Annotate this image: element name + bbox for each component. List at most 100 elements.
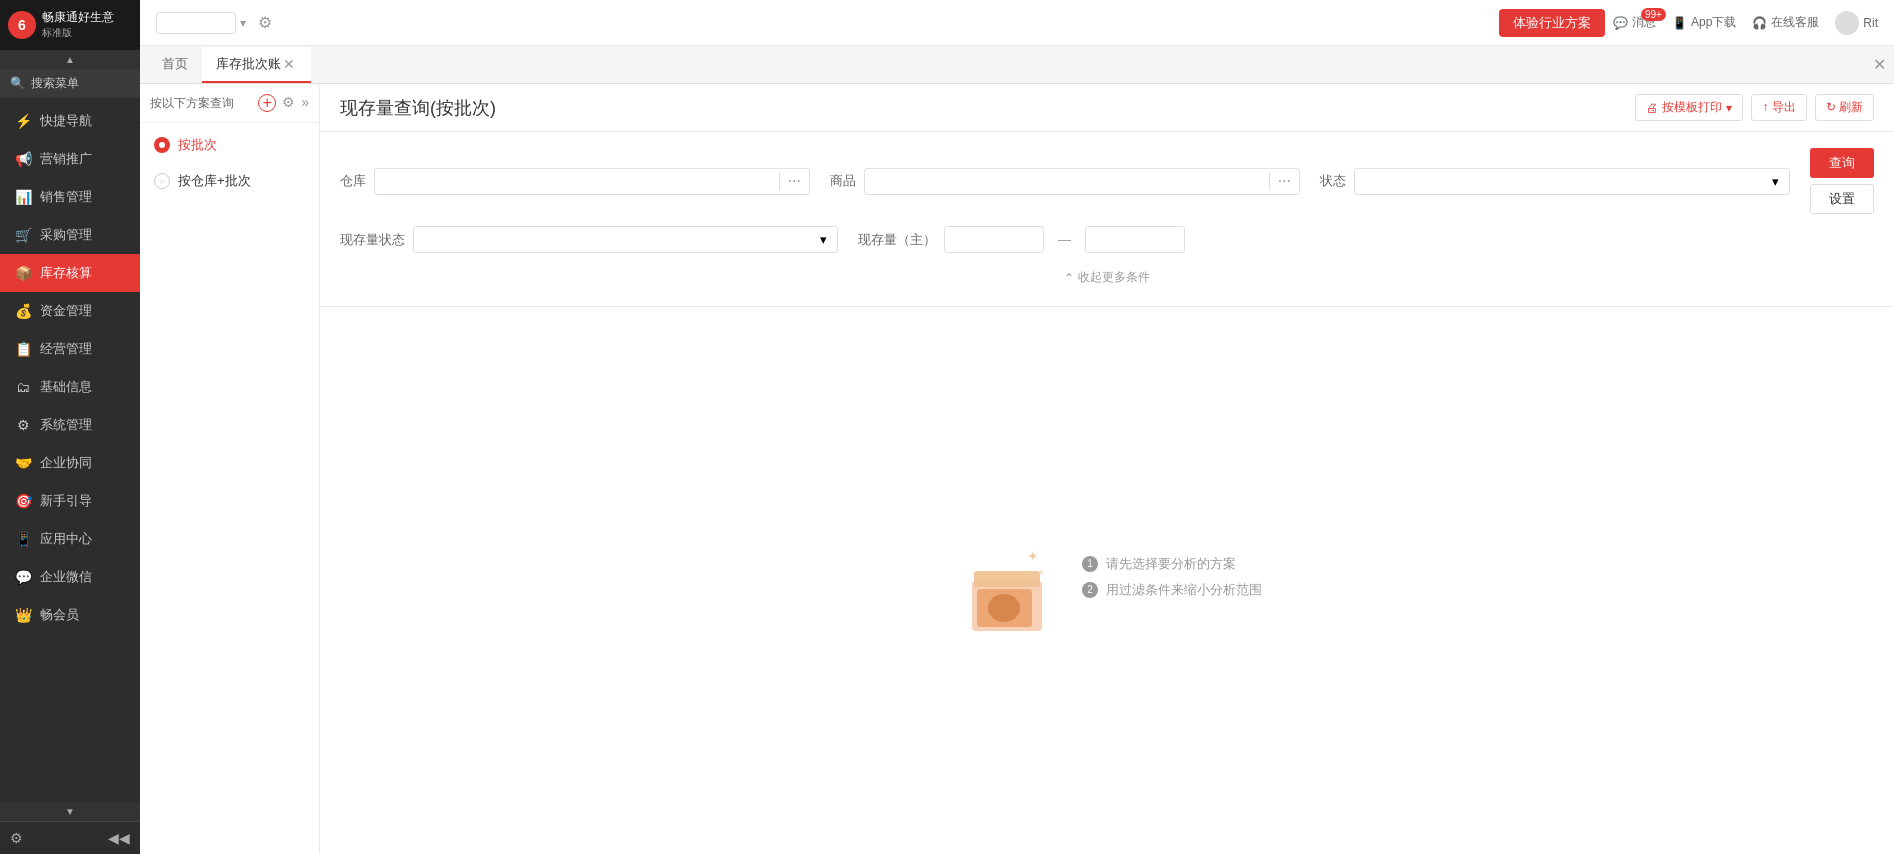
wechat-icon: 💬 [14,568,32,586]
inventory-icon: 📦 [14,264,32,282]
svg-point-3 [988,594,1020,622]
collapse-panel-icon[interactable]: » [301,94,309,112]
warehouse-input[interactable] [375,169,779,194]
operation-icon: 📋 [14,340,32,358]
tab-close-btn[interactable]: ✕ [281,56,297,72]
empty-illustration: ✦ ✦ [952,531,1052,631]
newbie-icon: 🎯 [14,492,32,510]
scheme-settings-icon[interactable]: ⚙ [282,94,295,112]
scheme-inactive-icon: ○ [154,173,170,189]
collapse-label: 收起更多条件 [1078,269,1150,286]
online-service-action[interactable]: 🎧 在线客服 [1752,14,1819,31]
empty-state: ✦ ✦ 1 请先选择要分析的方案 2 用过滤条件来缩小分析范围 [320,307,1894,854]
inventory-status-dropdown-icon: ▾ [820,232,827,247]
template-print-btn[interactable]: 🖨 按模板打印 ▾ [1635,94,1743,121]
message-icon: 💬 [1613,16,1628,30]
system-icon: ⚙ [14,416,32,434]
empty-tips: 1 请先选择要分析的方案 2 用过滤条件来缩小分析范围 [1082,555,1262,607]
sidebar-footer: ⚙ ◀◀ [0,821,140,854]
tab-home[interactable]: 首页 [148,47,202,83]
empty-tip-2: 2 用过滤条件来缩小分析范围 [1082,581,1262,599]
sidebar-scroll-up[interactable]: ▲ [0,50,140,69]
scheme-batch-label: 按批次 [178,136,217,154]
sidebar-item-label: 销售管理 [40,188,92,206]
scheme-item-warehouse-batch[interactable]: ○ 按仓库+批次 [140,163,319,199]
refresh-btn[interactable]: ↻ 刷新 [1815,94,1874,121]
sidebar-item-marketing[interactable]: 📢 营销推广 [0,140,140,178]
print-dropdown-icon[interactable]: ▾ [1726,101,1732,115]
trial-btn[interactable]: 体验行业方案 [1499,9,1605,37]
app-download-action[interactable]: 📱 App下载 [1672,14,1736,31]
breadcrumb-input[interactable] [156,12,236,34]
sidebar-item-label: 畅会员 [40,606,79,624]
enterprise-icon: 🤝 [14,454,32,472]
inventory-status-label: 现存量状态 [340,231,405,249]
warehouse-more-btn[interactable]: ··· [779,172,809,190]
product-input[interactable] [865,169,1269,194]
sidebar-item-wechat[interactable]: 💬 企业微信 [0,558,140,596]
sidebar-item-label: 系统管理 [40,416,92,434]
empty-svg: ✦ ✦ [952,531,1062,641]
user-menu[interactable]: Rit [1835,11,1878,35]
settings-footer-icon[interactable]: ⚙ [10,830,23,846]
warehouse-input-group: ··· [374,168,810,195]
sidebar-item-apps[interactable]: 📱 应用中心 [0,520,140,558]
export-icon: ↑ [1762,100,1768,114]
tip1-text: 请先选择要分析的方案 [1106,555,1236,573]
messages-action[interactable]: 💬 消息 99+ [1613,14,1656,31]
sidebar-item-operation[interactable]: 📋 经营管理 [0,330,140,368]
tab-batch-account[interactable]: 库存批次账 ✕ [202,47,311,83]
topbar-settings-icon[interactable]: ⚙ [258,13,272,32]
finance-icon: 💰 [14,302,32,320]
sidebar-search-label: 搜索菜单 [31,75,79,92]
sidebar-item-member[interactable]: 👑 畅会员 [0,596,140,634]
empty-tip-1: 1 请先选择要分析的方案 [1082,555,1262,573]
filter-product: 商品 ··· [830,168,1300,195]
sidebar-item-newbie[interactable]: 🎯 新手引导 [0,482,140,520]
export-btn[interactable]: ↑ 导出 [1751,94,1806,121]
messages-badge: 99+ [1641,8,1666,21]
sidebar-item-finance[interactable]: 💰 资金管理 [0,292,140,330]
product-more-btn[interactable]: ··· [1269,172,1299,190]
svg-text:✦: ✦ [1027,548,1039,564]
filter-actions: 查询 设置 [1810,148,1874,214]
inventory-qty-min[interactable] [944,226,1044,253]
sidebar-item-label: 应用中心 [40,530,92,548]
shortcut-icon: ⚡ [14,112,32,130]
filter-warehouse: 仓库 ··· [340,168,810,195]
basic-icon: 🗂 [14,378,32,396]
settings-btn[interactable]: 设置 [1810,184,1874,214]
sidebar-item-inventory[interactable]: 📦 库存核算 [0,254,140,292]
collapse-more-btn[interactable]: ⌃ 收起更多条件 [340,265,1874,290]
sidebar-scroll-down[interactable]: ▼ [0,802,140,821]
filter-row-1: 仓库 ··· 商品 ··· 状态 [340,148,1874,214]
product-input-group: ··· [864,168,1300,195]
sidebar-item-purchase[interactable]: 🛒 采购管理 [0,216,140,254]
breadcrumb-dropdown-icon[interactable]: ▾ [240,16,246,30]
topbar: ▾ ⚙ 体验行业方案 💬 消息 99+ 📱 App下载 🎧 在线客服 Rit [140,0,1894,46]
marketing-icon: 📢 [14,150,32,168]
product-label: 商品 [830,172,856,190]
search-icon: 🔍 [10,76,25,90]
refresh-icon: ↻ [1826,100,1836,114]
breadcrumb: ▾ [156,12,246,34]
inventory-qty-max[interactable] [1085,226,1185,253]
inventory-status-select[interactable]: ▾ [413,226,838,253]
scheme-item-batch[interactable]: 按批次 [140,127,319,163]
sidebar-search[interactable]: 🔍 搜索菜单 [0,69,140,98]
close-all-tabs-btn[interactable]: ✕ [1873,55,1886,74]
tip2-text: 用过滤条件来缩小分析范围 [1106,581,1262,599]
page-header-actions: 🖨 按模板打印 ▾ ↑ 导出 ↻ 刷新 [1635,94,1874,121]
add-scheme-btn[interactable]: + [258,94,276,112]
sidebar-item-enterprise[interactable]: 🤝 企业协同 [0,444,140,482]
sidebar-item-basic[interactable]: 🗂 基础信息 [0,368,140,406]
collapse-sidebar-icon[interactable]: ◀◀ [108,830,130,846]
filter-inventory-qty: 现存量（主） — [858,226,1356,253]
right-content: 现存量查询(按批次) 🖨 按模板打印 ▾ ↑ 导出 ↻ 刷新 [320,84,1894,854]
query-btn[interactable]: 查询 [1810,148,1874,178]
sidebar-item-shortcut[interactable]: ⚡ 快捷导航 [0,102,140,140]
export-label: 导出 [1772,100,1796,114]
sidebar-item-system[interactable]: ⚙ 系统管理 [0,406,140,444]
sidebar-item-sales[interactable]: 📊 销售管理 [0,178,140,216]
status-select[interactable]: ▾ [1354,168,1790,195]
